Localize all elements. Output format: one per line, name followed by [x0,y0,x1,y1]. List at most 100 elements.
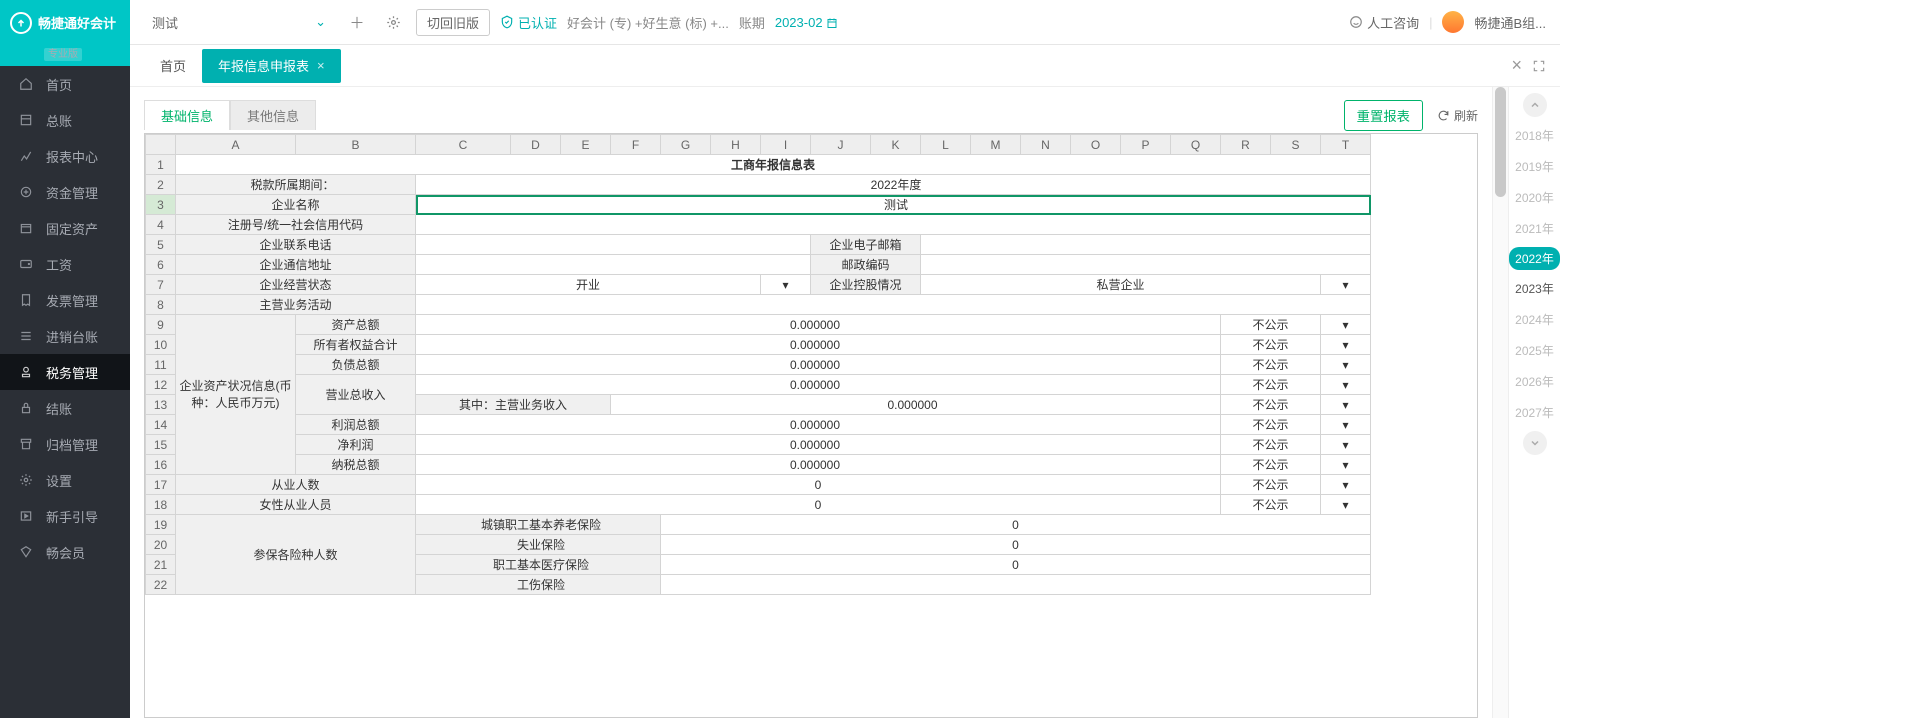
nav-close[interactable]: 结账 [0,390,130,426]
sheet-tab-basic[interactable]: 基础信息 [144,100,230,130]
chart-icon [18,148,34,164]
publish-cell[interactable]: 不公示 [1221,495,1321,515]
holding-cell[interactable]: 私营企业 [921,275,1321,295]
publish-cell[interactable]: 不公示 [1221,415,1321,435]
value-cell[interactable]: 0.000000 [416,355,1221,375]
dropdown-icon[interactable]: ▾ [1321,375,1371,395]
value-cell[interactable]: 0 [661,535,1371,555]
period-select[interactable]: 2023-02 [775,15,838,30]
period-value-cell[interactable]: 2022年度 [416,175,1371,195]
value-cell[interactable]: 0 [661,555,1371,575]
year-option[interactable]: 2021年 [1515,216,1554,241]
year-option[interactable]: 2024年 [1515,307,1554,332]
tab-home[interactable]: 首页 [144,45,202,87]
dropdown-icon[interactable]: ▾ [1321,275,1371,295]
status-cell[interactable]: 开业 [416,275,761,295]
main-biz-cell[interactable] [416,295,1371,315]
row-label: 城镇职工基本养老保险 [416,515,661,535]
dropdown-icon[interactable]: ▾ [1321,475,1371,495]
company-name-cell[interactable]: 测试 [416,195,1371,215]
nav-home[interactable]: 首页 [0,66,130,102]
support-link[interactable]: 人工咨询 [1349,13,1419,32]
brand-logo: 畅捷通好会计 [0,0,130,45]
publish-cell[interactable]: 不公示 [1221,395,1321,415]
username[interactable]: 畅捷通B组... [1474,13,1546,32]
dropdown-icon[interactable]: ▾ [1321,495,1371,515]
year-up-button[interactable] [1523,93,1547,117]
nav-settings[interactable]: 设置 [0,462,130,498]
settings-button[interactable] [380,9,406,35]
address-cell[interactable] [416,255,811,275]
year-option[interactable]: 2025年 [1515,338,1554,363]
nav-fixed-assets[interactable]: 固定资产 [0,210,130,246]
avatar[interactable] [1442,11,1464,33]
nav-archive[interactable]: 归档管理 [0,426,130,462]
sheet-tab-other[interactable]: 其他信息 [230,100,316,130]
close-all-icon[interactable]: × [1501,55,1532,76]
dropdown-icon[interactable]: ▾ [1321,335,1371,355]
value-cell[interactable]: 0.000000 [416,315,1221,335]
nav-vip[interactable]: 畅会员 [0,534,130,570]
email-cell[interactable] [921,235,1371,255]
year-option[interactable]: 2027年 [1515,400,1554,425]
dropdown-icon[interactable]: ▾ [1321,395,1371,415]
zip-cell[interactable] [921,255,1371,275]
nav-funds[interactable]: 资金管理 [0,174,130,210]
value-cell[interactable]: 0.000000 [416,415,1221,435]
row-label: 企业经营状态 [176,275,416,295]
scrollbar-thumb[interactable] [1495,87,1506,197]
value-cell[interactable]: 0.000000 [416,335,1221,355]
publish-cell[interactable]: 不公示 [1221,335,1321,355]
year-option[interactable]: 2026年 [1515,369,1554,394]
value-cell[interactable] [661,575,1371,595]
nav-label: 工资 [46,255,72,274]
reset-report-button[interactable]: 重置报表 [1344,100,1423,131]
add-button[interactable]: ＋ [344,9,370,35]
year-option-active[interactable]: 2022年 [1509,247,1560,270]
value-cell[interactable]: 0 [416,475,1221,495]
publish-cell[interactable]: 不公示 [1221,455,1321,475]
nav-ledger[interactable]: 总账 [0,102,130,138]
value-cell[interactable]: 0 [416,495,1221,515]
year-option[interactable]: 2019年 [1515,154,1554,179]
nav-tax[interactable]: 税务管理 [0,354,130,390]
vertical-scrollbar[interactable] [1492,87,1508,718]
tab-annual-report[interactable]: 年报信息申报表× [202,49,341,83]
nav-invoice[interactable]: 发票管理 [0,282,130,318]
publish-cell[interactable]: 不公示 [1221,435,1321,455]
publish-cell[interactable]: 不公示 [1221,315,1321,335]
value-cell[interactable]: 0.000000 [416,435,1221,455]
refresh-button[interactable]: 刷新 [1437,107,1478,124]
year-option[interactable]: 2018年 [1515,123,1554,148]
year-down-button[interactable] [1523,431,1547,455]
reg-number-cell[interactable] [416,215,1371,235]
value-cell[interactable]: 0 [661,515,1371,535]
nav-salary[interactable]: 工资 [0,246,130,282]
phone-cell[interactable] [416,235,811,255]
fullscreen-icon[interactable] [1532,59,1546,73]
value-cell[interactable]: 0.000000 [416,375,1221,395]
value-cell[interactable]: 0.000000 [416,455,1221,475]
asset-group-label: 企业资产状况信息(币种：人民币万元) [176,315,296,475]
dropdown-icon[interactable]: ▾ [1321,415,1371,435]
year-option[interactable]: 2020年 [1515,185,1554,210]
nav-guide[interactable]: 新手引导 [0,498,130,534]
publish-cell[interactable]: 不公示 [1221,375,1321,395]
company-selector[interactable]: 测试 ⌄ [144,8,334,36]
nav-reports[interactable]: 报表中心 [0,138,130,174]
dropdown-icon[interactable]: ▾ [1321,355,1371,375]
publish-cell[interactable]: 不公示 [1221,355,1321,375]
dropdown-icon[interactable]: ▾ [1321,455,1371,475]
switch-old-version[interactable]: 切回旧版 [416,9,490,36]
publish-cell[interactable]: 不公示 [1221,475,1321,495]
archive-icon [18,436,34,452]
dropdown-icon[interactable]: ▾ [1321,315,1371,335]
spreadsheet[interactable]: ABCDEFGHIJKLMNOPQRST 1工商年报信息表 2税款所属期间：20… [144,133,1478,718]
year-panel: 2018年 2019年 2020年 2021年 2022年 2023年 2024… [1508,87,1560,718]
dropdown-icon[interactable]: ▾ [761,275,811,295]
value-cell[interactable]: 0.000000 [611,395,1221,415]
close-icon[interactable]: × [317,58,325,73]
nav-inventory[interactable]: 进销台账 [0,318,130,354]
year-option[interactable]: 2023年 [1515,276,1554,301]
dropdown-icon[interactable]: ▾ [1321,435,1371,455]
